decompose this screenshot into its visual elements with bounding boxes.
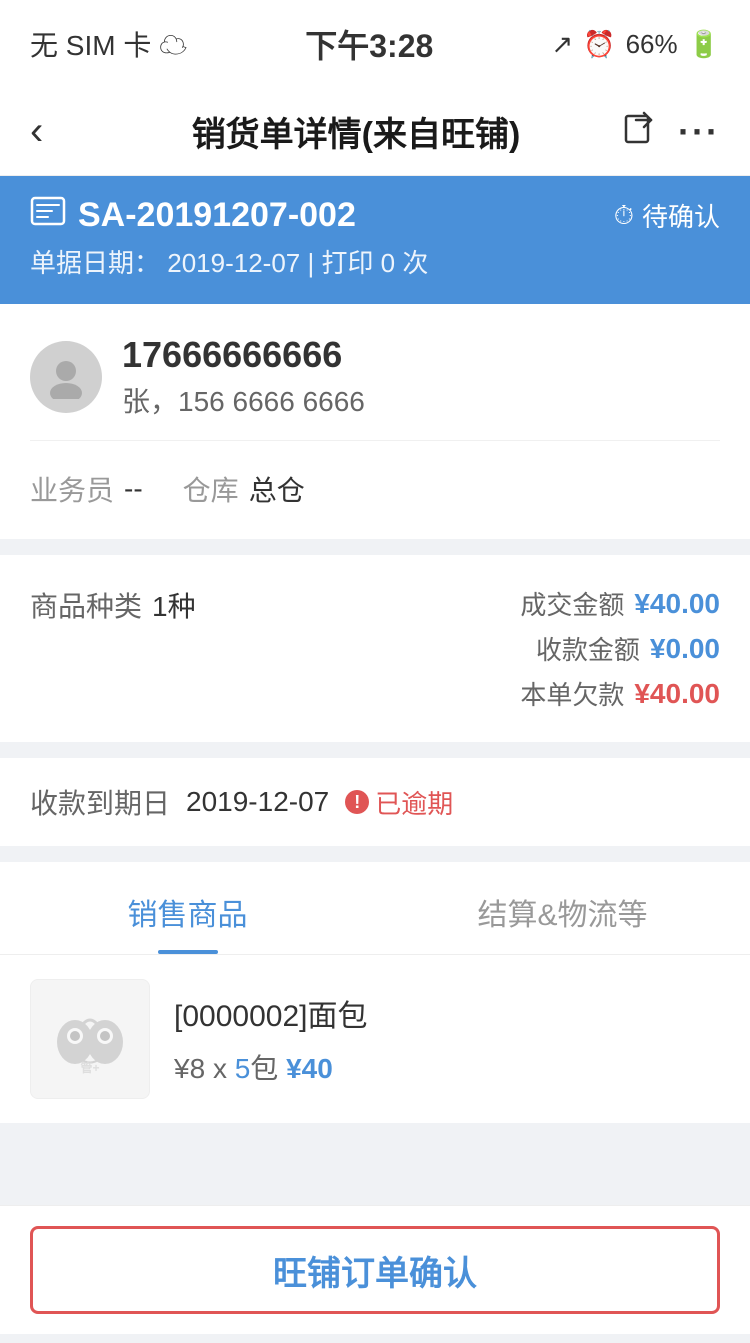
- back-button[interactable]: ‹: [30, 109, 90, 154]
- page-title: 销货单详情(来自旺铺): [90, 107, 622, 156]
- nav-bar: ‹ 销货单详情(来自旺铺) ···: [0, 88, 750, 176]
- status-time: 下午3:28: [305, 21, 433, 67]
- product-unit: 包: [250, 1053, 278, 1084]
- product-row: 管+ [0000002]面包 ¥8 x 5包 ¥40: [30, 979, 720, 1099]
- product-name-text: 面包: [307, 1000, 367, 1033]
- more-button[interactable]: ···: [678, 111, 720, 153]
- tab-settlement-label: 结算&物流等: [477, 899, 647, 932]
- amounts-section: 成交金额 ¥40.00 收款金额 ¥0.00 本单欠款 ¥40.00: [520, 585, 720, 712]
- battery-icon: 🔋: [688, 29, 720, 60]
- product-type-value: 1种: [152, 585, 196, 625]
- due-date-label: 收款到期日: [30, 782, 170, 822]
- warehouse-label: 仓库: [183, 469, 239, 509]
- product-code: [0000002]: [174, 1000, 307, 1033]
- amount-label-0: 成交金额: [520, 585, 624, 622]
- divider: [30, 440, 720, 441]
- salesperson-label: 业务员: [30, 469, 114, 509]
- order-print-info: | 打印 0 次: [307, 248, 428, 278]
- product-price: ¥8 x 5包 ¥40: [174, 1047, 720, 1087]
- alarm-icon: ⏰: [583, 29, 615, 60]
- status-right: ↗ ⏰ 66% 🔋: [551, 29, 720, 60]
- battery-text: 66%: [626, 29, 678, 60]
- amount-label-2: 本单欠款: [520, 675, 624, 712]
- tabs-header: 销售商品 结算&物流等: [0, 862, 750, 955]
- salesperson-info: 业务员 --: [30, 469, 143, 509]
- tab-products-label: 销售商品: [128, 899, 248, 932]
- customer-section: 17666666666 张，156 6666 6666 业务员 -- 仓库 总仓: [0, 304, 750, 539]
- overdue-badge: ! 已逾期: [345, 784, 453, 821]
- order-icon: [30, 196, 66, 235]
- svg-text:管+: 管+: [80, 1060, 99, 1074]
- order-id: SA-20191207-002: [30, 196, 356, 235]
- tabs-section: 销售商品 结算&物流等 管+: [0, 862, 750, 1123]
- product-section: 管+ [0000002]面包 ¥8 x 5包 ¥40: [0, 955, 750, 1123]
- warehouse-info: 仓库 总仓: [183, 469, 305, 509]
- status-bar: 无 SIM 卡 ☁ 下午3:28 ↗ ⏰ 66% 🔋: [0, 0, 750, 88]
- order-status: ⏱ 待确认: [614, 197, 720, 234]
- product-unit-price: ¥8: [174, 1053, 205, 1084]
- status-left: 无 SIM 卡 ☁: [30, 24, 187, 64]
- tab-products[interactable]: 销售商品: [0, 862, 375, 954]
- overdue-dot-icon: !: [345, 790, 369, 814]
- order-date-value: 2019-12-07: [167, 248, 300, 278]
- order-date-label: 单据日期：: [30, 248, 160, 278]
- salesperson-value: --: [124, 473, 143, 505]
- amount-row-0: 成交金额 ¥40.00: [520, 585, 720, 622]
- confirm-order-button[interactable]: 旺铺订单确认: [30, 1226, 720, 1314]
- amount-value-1: ¥0.00: [650, 633, 720, 665]
- overdue-text: 已逾期: [375, 784, 453, 821]
- order-header-banner: SA-20191207-002 ⏱ 待确认 单据日期： 2019-12-07 |…: [0, 176, 750, 304]
- product-info: [0000002]面包 ¥8 x 5包 ¥40: [174, 991, 720, 1087]
- customer-phone: 17666666666: [122, 334, 365, 376]
- amount-value-2: ¥40.00: [634, 678, 720, 710]
- product-total: ¥40: [286, 1053, 333, 1084]
- tab-settlement[interactable]: 结算&物流等: [375, 862, 750, 954]
- customer-name: 张，156 6666 6666: [122, 380, 365, 420]
- product-type-label: 商品种类: [30, 585, 142, 625]
- product-name: [0000002]面包: [174, 991, 720, 1035]
- bottom-bar: 旺铺订单确认: [0, 1205, 750, 1334]
- amount-row-2: 本单欠款 ¥40.00: [520, 675, 720, 712]
- product-thumbnail: 管+: [30, 979, 150, 1099]
- amount-label-1: 收款金额: [536, 630, 640, 667]
- amount-row-1: 收款金额 ¥0.00: [536, 630, 720, 667]
- due-date-section: 收款到期日 2019-12-07 ! 已逾期: [0, 758, 750, 846]
- order-date-row: 单据日期： 2019-12-07 | 打印 0 次: [30, 243, 720, 280]
- order-status-text: 待确认: [642, 197, 720, 234]
- location-icon: ↗: [551, 29, 573, 60]
- multiply-symbol: x: [213, 1053, 235, 1084]
- nav-actions: ···: [622, 110, 720, 154]
- product-qty: 5: [235, 1053, 251, 1084]
- no-sim-text: 无 SIM 卡 ☁: [30, 24, 187, 64]
- order-id-text: SA-20191207-002: [78, 196, 356, 235]
- warehouse-value: 总仓: [249, 469, 305, 509]
- amount-value-0: ¥40.00: [634, 588, 720, 620]
- due-date-value: 2019-12-07: [186, 786, 329, 818]
- share-button[interactable]: [622, 110, 658, 154]
- status-clock-icon: ⏱: [614, 200, 634, 232]
- summary-section: 商品种类 1种 成交金额 ¥40.00 收款金额 ¥0.00 本单欠款 ¥40.…: [0, 555, 750, 742]
- customer-avatar: [30, 341, 102, 413]
